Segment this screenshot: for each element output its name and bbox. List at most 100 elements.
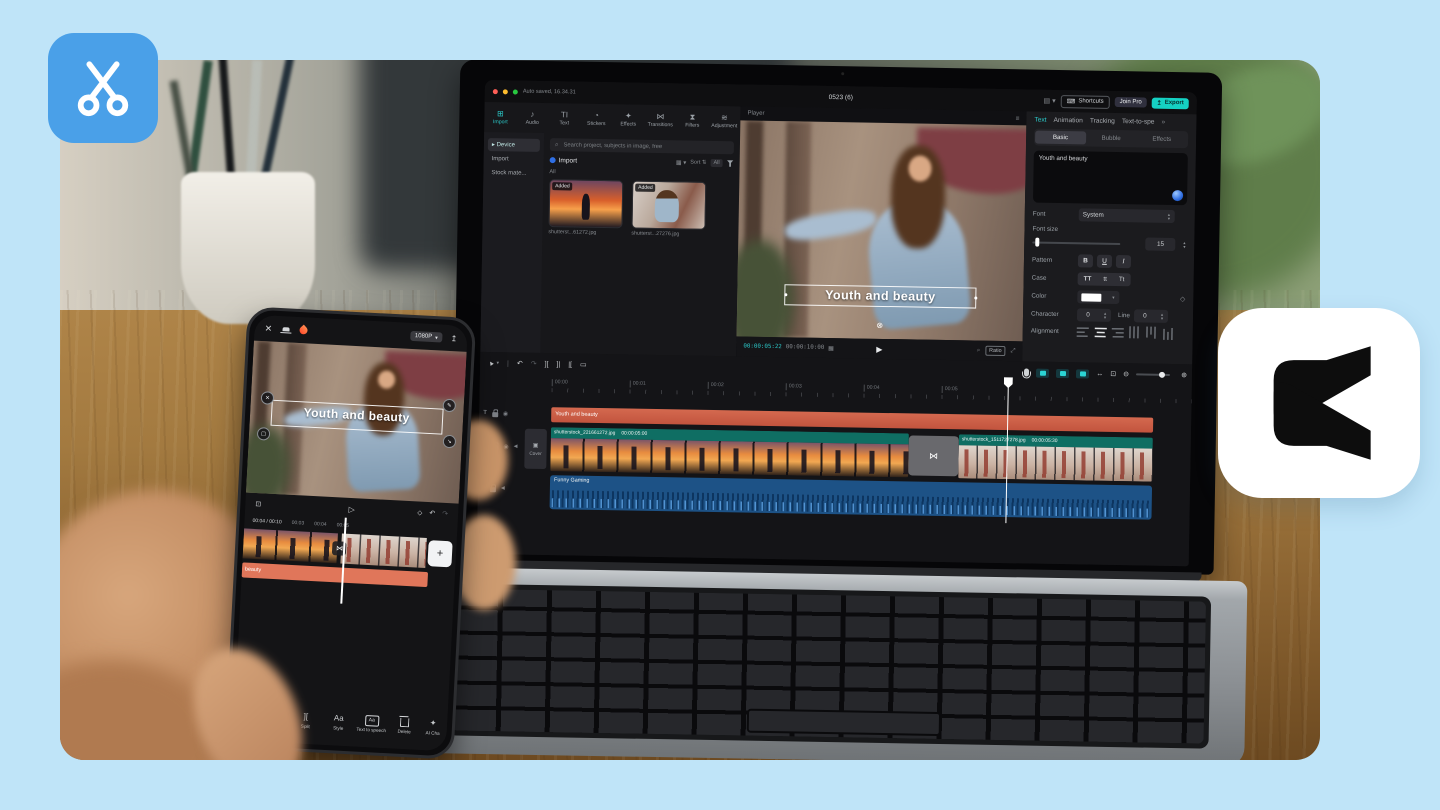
search-input[interactable]	[561, 141, 728, 152]
tab-tracking[interactable]: Tracking	[1090, 118, 1115, 125]
subtab-effects[interactable]: Effects	[1136, 132, 1187, 146]
export-button[interactable]: ↥Export	[1152, 97, 1189, 109]
toolbar-style[interactable]: Aa Style	[323, 713, 355, 732]
color-swatch-select[interactable]: ▼	[1077, 290, 1119, 304]
tab-transitions[interactable]: ⋈Transitions	[644, 112, 676, 129]
media-search[interactable]: ⌕	[550, 138, 734, 154]
split-right-tool[interactable]: |[	[568, 361, 572, 368]
tab-text[interactable]: TIText	[548, 110, 580, 127]
underline-button[interactable]: U	[1097, 255, 1112, 268]
join-pro-button[interactable]: Join Pro	[1115, 97, 1147, 108]
redo-button[interactable]: ↷	[442, 510, 448, 518]
ai-orb-icon[interactable]	[1172, 190, 1183, 201]
layout-icon[interactable]: ▤ ▾	[1044, 97, 1056, 105]
align-right-icon[interactable]	[1111, 327, 1124, 338]
close-icon[interactable]: ✕	[264, 323, 272, 334]
character-spacing-input[interactable]: 0 ▲▼	[1077, 308, 1111, 322]
media-thumbnail-2[interactable]: Added shutterst...27276.jpg	[631, 181, 706, 238]
subtab-basic[interactable]: Basic	[1035, 131, 1086, 145]
tab-text-settings[interactable]: Text	[1034, 117, 1046, 124]
selection-handle[interactable]	[784, 293, 787, 296]
ratio-button[interactable]: Ratio	[985, 346, 1006, 356]
split-tool[interactable]: ]|	[556, 361, 560, 368]
tab-effects[interactable]: ✦Effects	[612, 111, 644, 128]
view-mode-icon[interactable]: ▦ ▾	[676, 159, 686, 166]
frame-grid-icon[interactable]: ▦	[828, 344, 834, 351]
video-clip-1[interactable]: shutterstock_221661272.jpg 00:00:05:00	[550, 427, 909, 477]
timeline-zoom-slider[interactable]	[1136, 373, 1170, 376]
italic-button[interactable]: I	[1116, 255, 1131, 268]
tab-adjustment[interactable]: ≋Adjustment	[708, 113, 740, 130]
fullscreen-icon[interactable]: ⊡	[255, 500, 261, 508]
tab-stickers[interactable]: ◔Stickers	[580, 111, 612, 128]
align-vertical-bottom-icon[interactable]	[1163, 327, 1174, 340]
rotate-handle[interactable]: ⊗	[876, 321, 883, 330]
font-size-slider[interactable]	[1032, 241, 1120, 245]
stepper-icon[interactable]: ▲▼	[1157, 312, 1164, 320]
align-center-icon[interactable]	[1094, 327, 1107, 338]
subtab-bubble[interactable]: Bubble	[1086, 131, 1137, 145]
undo-button[interactable]: ↶	[517, 360, 523, 368]
sidebar-item-stock[interactable]: Stock mate...	[487, 167, 539, 180]
mobile-filmstrip-sunset[interactable]	[243, 528, 338, 563]
resolution-selector[interactable]: 1080P▼	[411, 331, 443, 343]
preview-zoom-icon[interactable]: ⌕	[977, 347, 980, 354]
tutorial-icon[interactable]	[280, 326, 291, 334]
play-button[interactable]: ▶	[876, 344, 882, 353]
keyframe-marker-icon[interactable]	[1036, 368, 1049, 377]
scale-text-handle[interactable]: ↘	[443, 435, 457, 449]
visibility-icon[interactable]: ◉	[503, 410, 508, 417]
shortcuts-button[interactable]: ⌨Shortcuts	[1061, 95, 1110, 109]
record-voiceover-icon[interactable]	[1024, 368, 1029, 376]
mobile-timeline[interactable]: ⋈ + beauty	[241, 528, 457, 595]
toolbar-ai[interactable]: ✦ AI Cha	[421, 718, 444, 736]
text-content-field[interactable]: Youth and beauty	[1033, 151, 1188, 206]
preview-axis-icon[interactable]: ⊡	[1110, 370, 1116, 378]
keyframe-icon[interactable]: ◇	[417, 508, 422, 516]
zoom-in-icon[interactable]: ⊕	[1181, 371, 1187, 379]
play-button[interactable]: ▷	[348, 504, 355, 513]
stepper-icon[interactable]: ▲▼	[1179, 241, 1186, 249]
stepper-icon[interactable]: ▲▼	[1100, 311, 1107, 319]
filter-icon[interactable]	[727, 160, 734, 167]
font-select[interactable]: System ▲▼	[1079, 208, 1175, 223]
more-tabs-chevron[interactable]: »	[1161, 119, 1165, 126]
tab-audio[interactable]: ♪Audio	[516, 110, 548, 127]
toolbar-text-to-speech[interactable]: Text to speech	[356, 715, 388, 734]
tab-text-to-speech[interactable]: Text-to-spe	[1122, 118, 1155, 126]
line-spacing-input[interactable]: 0 ▲▼	[1134, 309, 1168, 323]
fit-timeline-icon[interactable]: ↔	[1096, 370, 1103, 377]
video-clip-2[interactable]: shutterstock_1511727278.jpg 00:00:05:30	[958, 434, 1153, 481]
sidebar-item-device[interactable]: ▸ Device	[488, 138, 540, 152]
toolbar-delete[interactable]: Delete	[389, 717, 421, 736]
align-vertical-top-icon[interactable]	[1129, 326, 1140, 339]
mobile-filmstrip-woman[interactable]	[340, 534, 427, 568]
add-clip-button[interactable]: +	[427, 540, 452, 567]
edit-text-handle[interactable]: ✎	[442, 399, 456, 413]
undo-button[interactable]: ↶	[429, 509, 435, 517]
redo-button[interactable]: ↷	[531, 360, 537, 368]
import-source-label[interactable]: Import	[559, 157, 578, 164]
font-size-value[interactable]: 15	[1145, 238, 1175, 252]
sort-button[interactable]: Sort ⇅	[690, 160, 706, 166]
player-menu-icon[interactable]: ≡	[1016, 115, 1020, 122]
uppercase-button[interactable]: TT	[1078, 275, 1098, 282]
keyframe-marker-icon[interactable]	[1056, 368, 1069, 377]
zoom-out-icon[interactable]: ⊖	[1123, 370, 1129, 378]
mute-icon[interactable]: ◀	[514, 444, 518, 450]
player-viewport[interactable]: Youth and beauty ⊗	[737, 120, 1027, 341]
fullscreen-icon[interactable]: ⤢	[1011, 348, 1016, 355]
crop-tool[interactable]: ▭	[580, 361, 587, 369]
trending-flame-icon[interactable]	[297, 325, 308, 336]
video-text-overlay[interactable]: Youth and beauty	[825, 288, 936, 304]
select-tool[interactable]: ▲▾	[488, 360, 499, 367]
align-left-icon[interactable]	[1077, 326, 1090, 337]
keyframe-marker-icon[interactable]	[1076, 369, 1089, 378]
mobile-preview[interactable]: Youth and beauty ✕ ✎ ▢ ↘	[246, 341, 467, 504]
titlecase-button[interactable]: Tt	[1113, 276, 1131, 283]
sidebar-item-import[interactable]: Import	[488, 153, 540, 166]
lowercase-button[interactable]: tt	[1097, 276, 1113, 283]
mute-icon[interactable]: ◀	[501, 485, 505, 491]
stepper-icon[interactable]: ▲▼	[1164, 212, 1171, 220]
transition-clip[interactable]: ⋈	[908, 435, 959, 476]
